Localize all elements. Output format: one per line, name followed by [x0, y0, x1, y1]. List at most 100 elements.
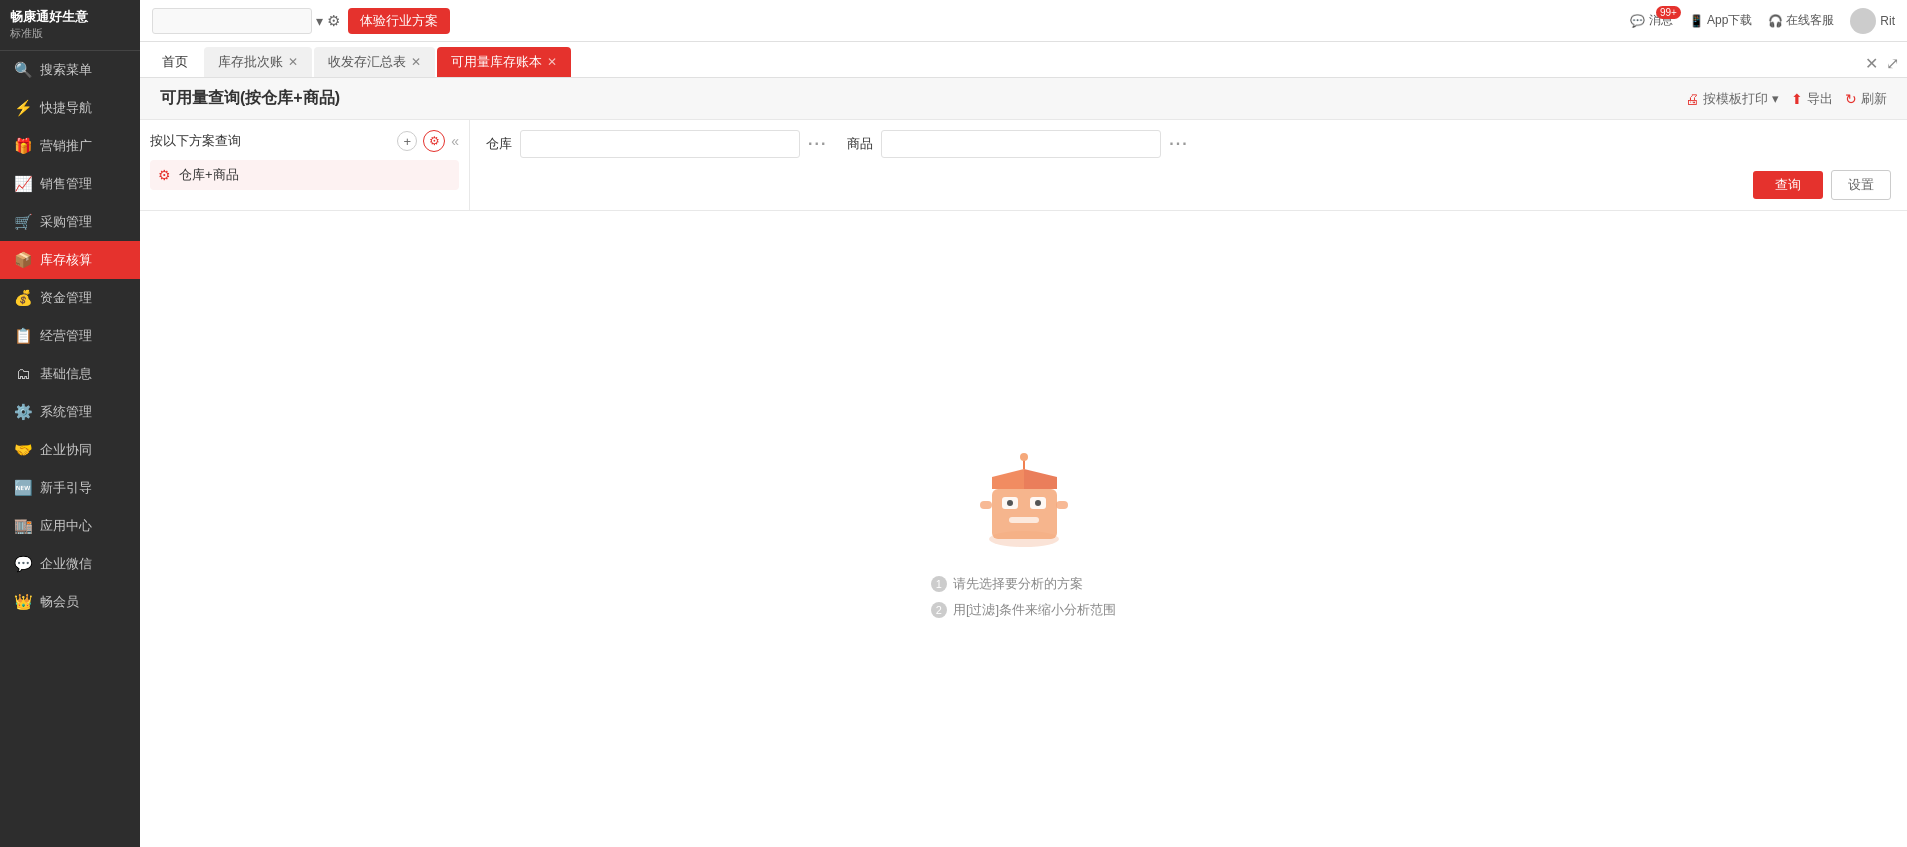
- print-icon: 🖨: [1685, 91, 1699, 107]
- app-label: App下载: [1707, 12, 1752, 29]
- sidebar-icon-member: 👑: [14, 593, 32, 611]
- headset-icon: 🎧: [1768, 14, 1783, 28]
- warehouse-filter-more[interactable]: ···: [808, 135, 827, 153]
- sidebar-label-inventory: 库存核算: [40, 251, 92, 269]
- refresh-label: 刷新: [1861, 90, 1887, 108]
- print-label: 按模板打印: [1703, 90, 1768, 108]
- export-button[interactable]: ⬆ 导出: [1791, 90, 1833, 108]
- tip-text-1: 请先选择要分析的方案: [953, 575, 1083, 593]
- sidebar-item-inventory[interactable]: 📦 库存核算: [0, 241, 140, 279]
- refresh-button[interactable]: ↻ 刷新: [1845, 90, 1887, 108]
- sidebar-icon-basic: 🗂: [14, 365, 32, 382]
- sidebar-item-enterprise[interactable]: 🤝企业协同: [0, 431, 140, 469]
- sidebar-item-purchase[interactable]: 🛒采购管理: [0, 203, 140, 241]
- tab-receipt_summary[interactable]: 收发存汇总表 ✕: [314, 47, 435, 77]
- sidebar-label-member: 畅会员: [40, 593, 79, 611]
- topbar-user-profile[interactable]: Rit: [1850, 8, 1895, 34]
- sidebar-label-shortcut: 快捷导航: [40, 99, 92, 117]
- tab-label-available_qty: 可用量库存账本: [451, 53, 542, 71]
- message-icon: 💬: [1630, 14, 1645, 28]
- sidebar-item-finance[interactable]: 💰资金管理: [0, 279, 140, 317]
- sidebar-item-shortcut[interactable]: ⚡ 快捷导航: [0, 89, 140, 127]
- user-avatar: [1850, 8, 1876, 34]
- sidebar-item-wechat[interactable]: 💬企业微信: [0, 545, 140, 583]
- warehouse-filter-label: 仓库: [486, 135, 512, 153]
- tab-close-receipt_summary[interactable]: ✕: [411, 55, 421, 69]
- trial-industry-button[interactable]: 体验行业方案: [348, 8, 450, 34]
- query-button[interactable]: 查询: [1753, 171, 1823, 199]
- tab-available_qty[interactable]: 可用量库存账本 ✕: [437, 47, 571, 77]
- sidebar-item-newbie[interactable]: 🆕新手引导: [0, 469, 140, 507]
- query-filters-panel: 仓库 ··· 商品 ··· 查询 设置: [470, 120, 1907, 210]
- page-content: 可用量查询(按仓库+商品) 🖨 按模板打印 ▾ ⬆ 导出 ↻ 刷新: [140, 78, 1907, 847]
- sidebar-icon-appstore: 🏬: [14, 517, 32, 535]
- sidebar-icon-inventory: 📦: [14, 251, 32, 269]
- search-input[interactable]: [152, 8, 312, 34]
- svg-rect-1: [992, 489, 1057, 539]
- tabs-bar: 首页库存批次账 ✕收发存汇总表 ✕可用量库存账本 ✕ ✕ ⤢: [140, 42, 1907, 78]
- sidebar-item-basic[interactable]: 🗂 基础信息: [0, 355, 140, 393]
- scheme-settings-button[interactable]: ⚙: [423, 130, 445, 152]
- sidebar-icon-operation: 📋: [14, 327, 32, 345]
- sidebar-label-sales: 销售管理: [40, 175, 92, 193]
- topbar-app-download[interactable]: 📱 App下载: [1689, 12, 1752, 29]
- sidebar-item-marketing_promo[interactable]: 🎁营销推广: [0, 127, 140, 165]
- sidebar-item-system[interactable]: ⚙️ 系统管理: [0, 393, 140, 431]
- message-badge: 99+: [1656, 6, 1681, 19]
- goods-filter-input[interactable]: [881, 130, 1161, 158]
- scheme-warehouse-goods[interactable]: ⚙ 仓库+商品: [150, 160, 459, 190]
- sidebar-icon-shortcut: ⚡: [14, 99, 32, 117]
- collapse-panel-button[interactable]: «: [451, 133, 459, 149]
- sidebar-item-sales[interactable]: 📈 销售管理: [0, 165, 140, 203]
- export-icon: ⬆: [1791, 91, 1803, 107]
- refresh-icon: ↻: [1845, 91, 1857, 107]
- sidebar-label-enterprise: 企业协同: [40, 441, 92, 459]
- topbar-online-service[interactable]: 🎧 在线客服: [1768, 12, 1834, 29]
- sidebar-item-member[interactable]: 👑 畅会员: [0, 583, 140, 621]
- settings-button[interactable]: 设置: [1831, 170, 1891, 200]
- query-left-header: 按以下方案查询 + ⚙ «: [150, 130, 459, 152]
- sidebar-item-search[interactable]: 🔍搜索菜单: [0, 51, 140, 89]
- print-dropdown-icon[interactable]: ▾: [1772, 91, 1779, 106]
- topbar-message-button[interactable]: 💬 消息 99+: [1630, 12, 1673, 29]
- sidebar-icon-system: ⚙️: [14, 403, 32, 421]
- goods-filter-more[interactable]: ···: [1169, 135, 1188, 153]
- query-scheme-panel: 按以下方案查询 + ⚙ « ⚙ 仓库+商品: [140, 120, 470, 210]
- goods-filter-label: 商品: [847, 135, 873, 153]
- sidebar-icon-newbie: 🆕: [14, 479, 32, 497]
- svg-marker-3: [1024, 469, 1057, 489]
- print-button[interactable]: 🖨 按模板打印 ▾: [1685, 90, 1779, 108]
- svg-marker-2: [992, 469, 1024, 489]
- tip-num-2: 2: [931, 602, 947, 618]
- topbar: ▾ ⚙ 体验行业方案 💬 消息 99+ 📱 App下载 🎧 在线客服 Rit: [140, 0, 1907, 42]
- expand-tab-button[interactable]: ⤢: [1886, 54, 1899, 73]
- query-filters-row: 仓库 ··· 商品 ···: [486, 130, 1891, 158]
- svg-point-10: [1020, 453, 1028, 461]
- tabs-container: 首页库存批次账 ✕收发存汇总表 ✕可用量库存账本 ✕: [148, 47, 573, 77]
- sidebar-label-appstore: 应用中心: [40, 517, 92, 535]
- add-scheme-button[interactable]: +: [397, 131, 417, 151]
- sidebar-label-system: 系统管理: [40, 403, 92, 421]
- warehouse-filter-input[interactable]: [520, 130, 800, 158]
- empty-tips: 1 请先选择要分析的方案 2 用[过滤]条件来缩小分析范围: [931, 575, 1116, 619]
- sidebar-label-marketing_promo: 营销推广: [40, 137, 92, 155]
- tab-label-batch_account: 库存批次账: [218, 53, 283, 71]
- sidebar-icon-sales: 📈: [14, 175, 32, 193]
- empty-illustration: [964, 439, 1084, 559]
- topbar-gear-icon[interactable]: ⚙: [327, 12, 340, 30]
- tab-home[interactable]: 首页: [148, 47, 202, 77]
- close-all-tabs-button[interactable]: ✕: [1865, 54, 1878, 73]
- tab-close-available_qty[interactable]: ✕: [547, 55, 557, 69]
- query-area: 按以下方案查询 + ⚙ « ⚙ 仓库+商品 仓库: [140, 120, 1907, 211]
- sidebar-label-purchase: 采购管理: [40, 213, 92, 231]
- sidebar-label-basic: 基础信息: [40, 365, 92, 383]
- topbar-dropdown-icon[interactable]: ▾: [316, 13, 323, 29]
- tab-close-batch_account[interactable]: ✕: [288, 55, 298, 69]
- empty-tip-1: 1 请先选择要分析的方案: [931, 575, 1116, 593]
- query-buttons-row: 查询 设置: [486, 170, 1891, 200]
- sidebar-icon-wechat: 💬: [14, 555, 32, 573]
- tab-batch_account[interactable]: 库存批次账 ✕: [204, 47, 312, 77]
- sidebar-item-operation[interactable]: 📋经营管理: [0, 317, 140, 355]
- sidebar-icon-search: 🔍: [14, 61, 32, 79]
- sidebar-item-appstore[interactable]: 🏬 应用中心: [0, 507, 140, 545]
